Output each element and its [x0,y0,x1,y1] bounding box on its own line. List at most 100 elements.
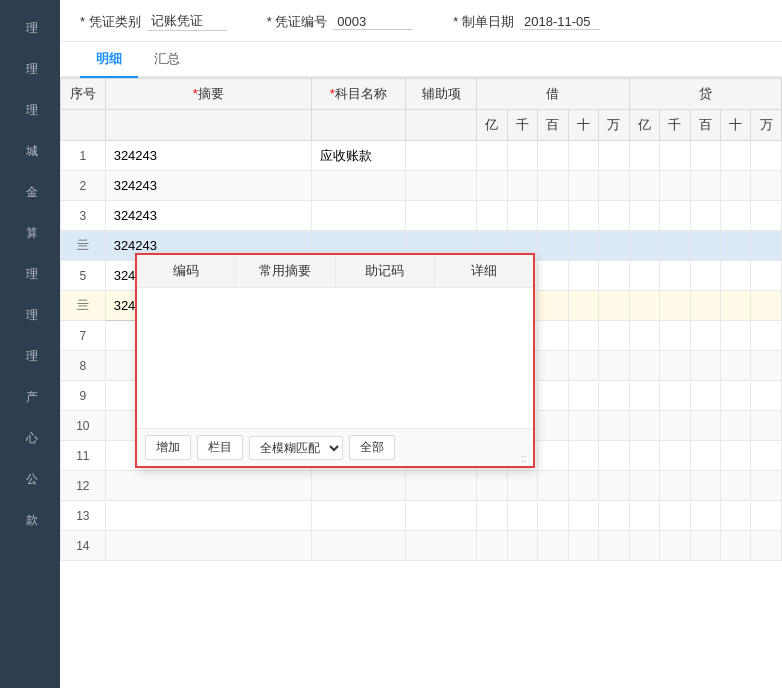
amount-cell[interactable] [720,141,750,171]
amount-cell[interactable] [599,501,629,531]
sidebar-item-8[interactable]: 理 [0,338,60,375]
amount-cell[interactable] [690,171,720,201]
amount-cell[interactable] [538,201,568,231]
amount-cell[interactable] [660,291,690,321]
amount-cell[interactable] [568,411,598,441]
amount-cell[interactable] [599,321,629,351]
amount-cell[interactable] [660,351,690,381]
tab-detail[interactable]: 明细 [80,42,138,78]
amount-cell[interactable] [599,441,629,471]
amount-cell[interactable] [568,201,598,231]
amount-cell[interactable] [751,291,782,321]
amount-cell[interactable] [751,261,782,291]
sidebar-item-0[interactable]: 理 [0,10,60,47]
summary-cell[interactable] [105,471,311,501]
amount-cell[interactable] [568,321,598,351]
amount-cell[interactable] [751,501,782,531]
amount-cell[interactable] [629,171,659,201]
amount-cell[interactable] [690,441,720,471]
summary-cell[interactable] [105,501,311,531]
amount-cell[interactable] [538,171,568,201]
create-date-value[interactable]: 2018-11-05 [520,14,600,30]
amount-cell[interactable] [629,501,659,531]
amount-cell[interactable] [690,261,720,291]
voucher-no-value[interactable]: 0003 [333,14,413,30]
table-row[interactable]: 13 [61,501,782,531]
subject-cell[interactable] [311,531,405,561]
amount-cell[interactable] [507,501,537,531]
match-select[interactable]: 全模糊匹配 精确匹配 [249,436,343,460]
amount-cell[interactable] [751,171,782,201]
amount-cell[interactable] [629,411,659,441]
amount-cell[interactable] [660,321,690,351]
subject-cell[interactable] [311,171,405,201]
amount-cell[interactable] [751,321,782,351]
amount-cell[interactable] [720,291,750,321]
resize-handle[interactable]: :: [521,454,531,464]
amount-cell[interactable] [629,291,659,321]
table-row[interactable]: 2324243 [61,171,782,201]
sidebar-item-1[interactable]: 理 [0,51,60,88]
sidebar-item-6[interactable]: 理 [0,256,60,293]
amount-cell[interactable] [751,381,782,411]
amount-cell[interactable] [690,501,720,531]
summary-cell[interactable] [105,531,311,561]
amount-cell[interactable] [599,141,629,171]
amount-cell[interactable] [660,171,690,201]
sidebar-item-2[interactable]: 理 [0,92,60,129]
sidebar-item-12[interactable]: 款 [0,502,60,539]
amount-cell[interactable] [690,291,720,321]
subject-cell[interactable] [311,471,405,501]
amount-cell[interactable] [629,441,659,471]
amount-cell[interactable] [568,441,598,471]
amount-cell[interactable] [568,261,598,291]
amount-cell[interactable] [720,411,750,441]
amount-cell[interactable] [629,201,659,231]
amount-cell[interactable] [720,501,750,531]
amount-cell[interactable] [477,171,507,201]
sidebar-item-7[interactable]: 理 [0,297,60,334]
sidebar-item-9[interactable]: 产 [0,379,60,416]
amount-cell[interactable] [568,171,598,201]
amount-cell[interactable] [477,201,507,231]
amount-cell[interactable] [568,231,598,261]
amount-cell[interactable] [477,471,507,501]
amount-cell[interactable] [660,441,690,471]
amount-cell[interactable] [538,291,568,321]
amount-cell[interactable] [660,231,690,261]
amount-cell[interactable] [538,531,568,561]
summary-cell[interactable]: 324243 [105,141,311,171]
amount-cell[interactable] [629,351,659,381]
amount-cell[interactable] [720,531,750,561]
amount-cell[interactable] [507,201,537,231]
amount-cell[interactable] [538,351,568,381]
amount-cell[interactable] [599,381,629,411]
amount-cell[interactable] [538,231,568,261]
amount-cell[interactable] [690,411,720,441]
amount-cell[interactable] [507,471,537,501]
summary-cell[interactable]: 324243 [105,201,311,231]
subject-cell[interactable] [311,501,405,531]
amount-cell[interactable] [660,381,690,411]
amount-cell[interactable] [538,141,568,171]
sidebar-item-4[interactable]: 金 [0,174,60,211]
table-row[interactable]: 14 [61,531,782,561]
amount-cell[interactable] [660,141,690,171]
amount-cell[interactable] [568,531,598,561]
amount-cell[interactable] [477,501,507,531]
amount-cell[interactable] [720,171,750,201]
amount-cell[interactable] [660,411,690,441]
amount-cell[interactable] [599,231,629,261]
all-button[interactable]: 全部 [349,435,395,460]
summary-cell[interactable]: 324243 [105,171,311,201]
amount-cell[interactable] [660,471,690,501]
amount-cell[interactable] [538,471,568,501]
amount-cell[interactable] [629,261,659,291]
amount-cell[interactable] [538,441,568,471]
amount-cell[interactable] [507,141,537,171]
amount-cell[interactable] [629,141,659,171]
amount-cell[interactable] [599,261,629,291]
amount-cell[interactable] [629,321,659,351]
amount-cell[interactable] [538,321,568,351]
amount-cell[interactable] [690,231,720,261]
